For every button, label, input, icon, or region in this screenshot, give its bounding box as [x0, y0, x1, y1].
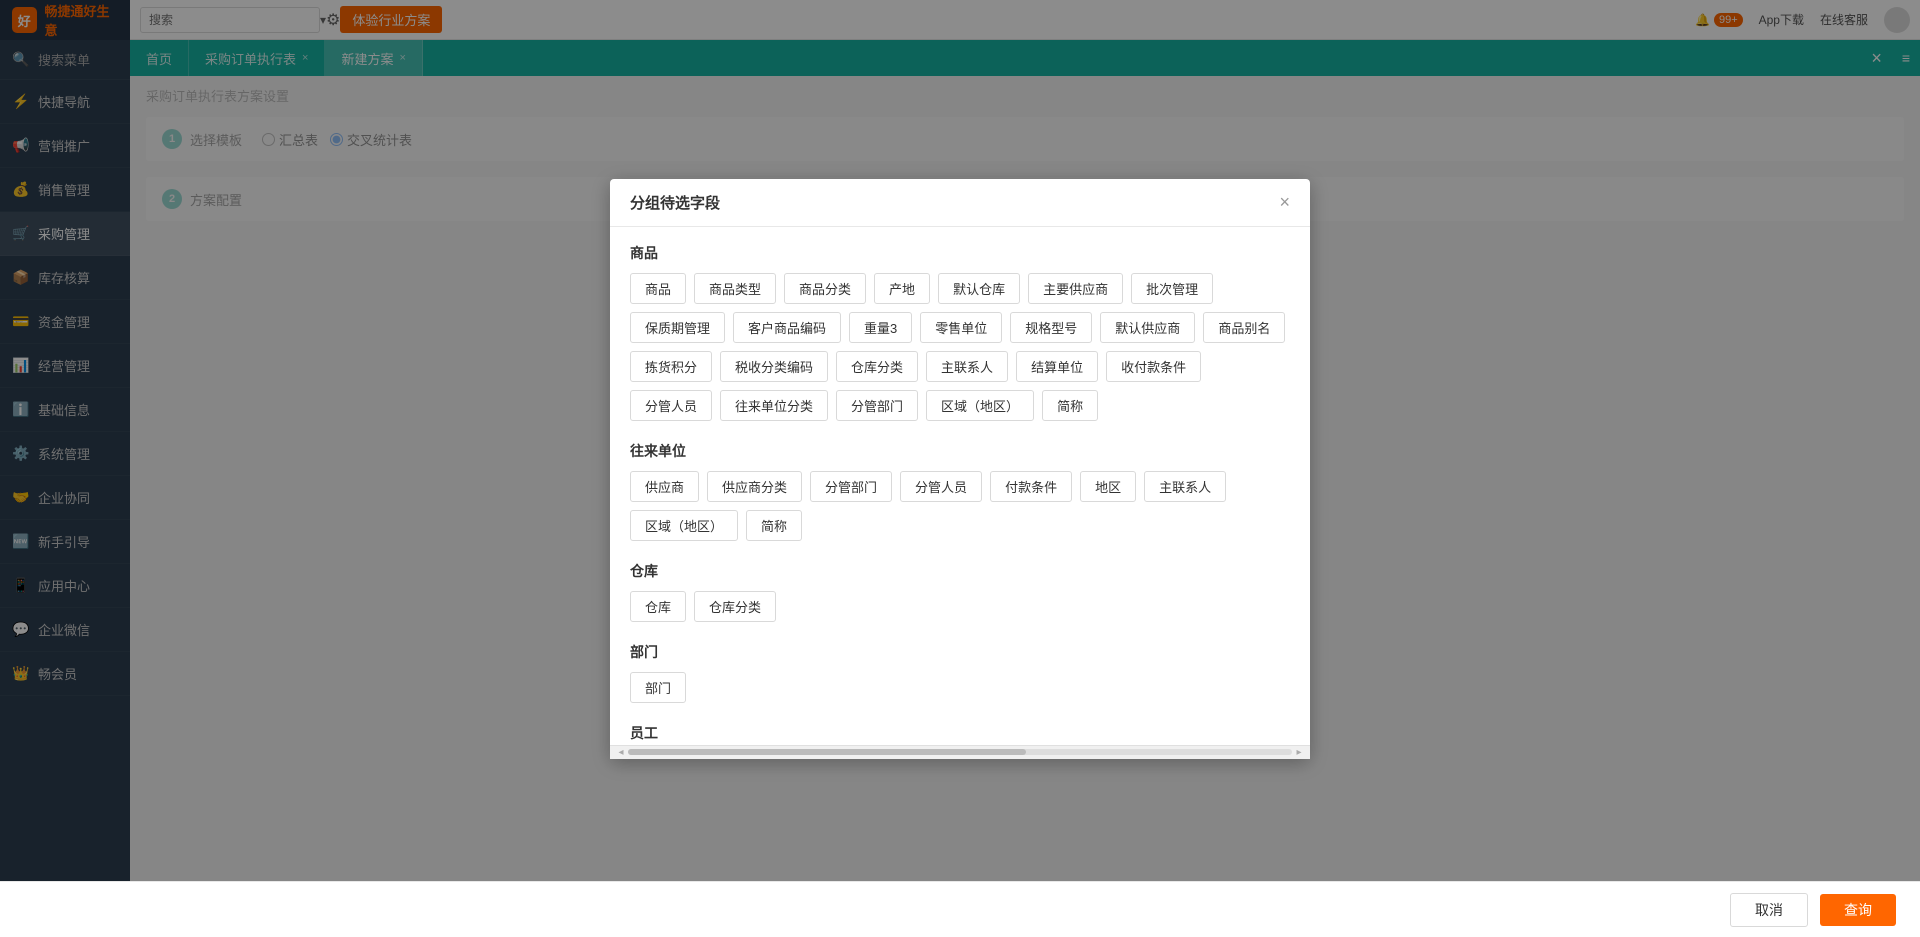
employee-section-title: 员工	[630, 723, 1290, 743]
field-spec-model[interactable]: 规格型号	[1010, 312, 1092, 343]
field-area[interactable]: 地区	[1080, 471, 1136, 502]
dept-section-title: 部门	[630, 642, 1290, 662]
field-short-name[interactable]: 简称	[1042, 390, 1098, 421]
modal-close-button[interactable]: ×	[1279, 192, 1290, 213]
field-retail-unit[interactable]: 零售单位	[920, 312, 1002, 343]
partner-section: 往来单位 供应商 供应商分类 分管部门 分管人员 付款条件 地区 主联系人 区域…	[630, 441, 1290, 541]
field-expiry-mgmt[interactable]: 保质期管理	[630, 312, 725, 343]
field-product-category[interactable]: 商品分类	[784, 273, 866, 304]
field-partner-supervisor[interactable]: 分管人员	[900, 471, 982, 502]
field-main-contact[interactable]: 主联系人	[926, 351, 1008, 382]
field-default-warehouse[interactable]: 默认仓库	[938, 273, 1020, 304]
scroll-right-btn[interactable]: ▸	[1292, 747, 1306, 758]
field-warehouse-category[interactable]: 仓库分类	[836, 351, 918, 382]
field-partner-dept[interactable]: 分管部门	[810, 471, 892, 502]
modal-footer: 取消 查询	[0, 881, 1920, 937]
scrollbar-track	[628, 749, 1292, 755]
field-warehouse[interactable]: 仓库	[630, 591, 686, 622]
product-field-grid: 商品 商品类型 商品分类 产地 默认仓库 主要供应商 批次管理 保质期管理 客户…	[630, 273, 1290, 421]
scroll-left-btn[interactable]: ◂	[614, 747, 628, 758]
field-region[interactable]: 区域（地区）	[926, 390, 1034, 421]
field-default-supplier[interactable]: 默认供应商	[1100, 312, 1195, 343]
field-warehouse-cat[interactable]: 仓库分类	[694, 591, 776, 622]
modal-overlay: 分组待选字段 × 商品 商品 商品类型 商品分类 产地 默认仓库 主要供应商 批…	[0, 0, 1920, 937]
field-select-modal: 分组待选字段 × 商品 商品 商品类型 商品分类 产地 默认仓库 主要供应商 批…	[610, 179, 1310, 759]
field-partner-contact[interactable]: 主联系人	[1144, 471, 1226, 502]
modal-header: 分组待选字段 ×	[610, 179, 1310, 227]
field-pick-points[interactable]: 拣货积分	[630, 351, 712, 382]
field-batch-mgmt[interactable]: 批次管理	[1131, 273, 1213, 304]
modal-title: 分组待选字段	[630, 192, 720, 213]
field-partner-short[interactable]: 简称	[746, 510, 802, 541]
field-department[interactable]: 部门	[630, 672, 686, 703]
field-product[interactable]: 商品	[630, 273, 686, 304]
field-product-alias[interactable]: 商品别名	[1203, 312, 1285, 343]
scrollbar-thumb	[628, 749, 1026, 755]
employee-section: 员工 业务员	[630, 723, 1290, 745]
partner-field-grid: 供应商 供应商分类 分管部门 分管人员 付款条件 地区 主联系人 区域（地区） …	[630, 471, 1290, 541]
field-supplier[interactable]: 供应商	[630, 471, 699, 502]
warehouse-field-grid: 仓库 仓库分类	[630, 591, 1290, 622]
field-payment-terms[interactable]: 收付款条件	[1106, 351, 1201, 382]
field-main-supplier[interactable]: 主要供应商	[1028, 273, 1123, 304]
field-dept[interactable]: 分管部门	[836, 390, 918, 421]
dept-section: 部门 部门	[630, 642, 1290, 703]
field-payment-condition[interactable]: 付款条件	[990, 471, 1072, 502]
field-supplier-category[interactable]: 供应商分类	[707, 471, 802, 502]
product-section-title: 商品	[630, 243, 1290, 263]
modal-scrollbar[interactable]: ◂ ▸	[610, 745, 1310, 759]
partner-section-title: 往来单位	[630, 441, 1290, 461]
cancel-button[interactable]: 取消	[1730, 893, 1808, 927]
field-settlement-unit[interactable]: 结算单位	[1016, 351, 1098, 382]
field-tax-code[interactable]: 税收分类编码	[720, 351, 828, 382]
field-customer-sku[interactable]: 客户商品编码	[733, 312, 841, 343]
field-partner-category[interactable]: 往来单位分类	[720, 390, 828, 421]
field-weight3[interactable]: 重量3	[849, 312, 912, 343]
field-partner-region[interactable]: 区域（地区）	[630, 510, 738, 541]
warehouse-section-title: 仓库	[630, 561, 1290, 581]
modal-body: 商品 商品 商品类型 商品分类 产地 默认仓库 主要供应商 批次管理 保质期管理…	[610, 227, 1310, 745]
field-origin[interactable]: 产地	[874, 273, 930, 304]
warehouse-section: 仓库 仓库 仓库分类	[630, 561, 1290, 622]
field-supervisor[interactable]: 分管人员	[630, 390, 712, 421]
confirm-button[interactable]: 查询	[1820, 894, 1896, 926]
product-section: 商品 商品 商品类型 商品分类 产地 默认仓库 主要供应商 批次管理 保质期管理…	[630, 243, 1290, 421]
dept-field-grid: 部门	[630, 672, 1290, 703]
field-product-type[interactable]: 商品类型	[694, 273, 776, 304]
